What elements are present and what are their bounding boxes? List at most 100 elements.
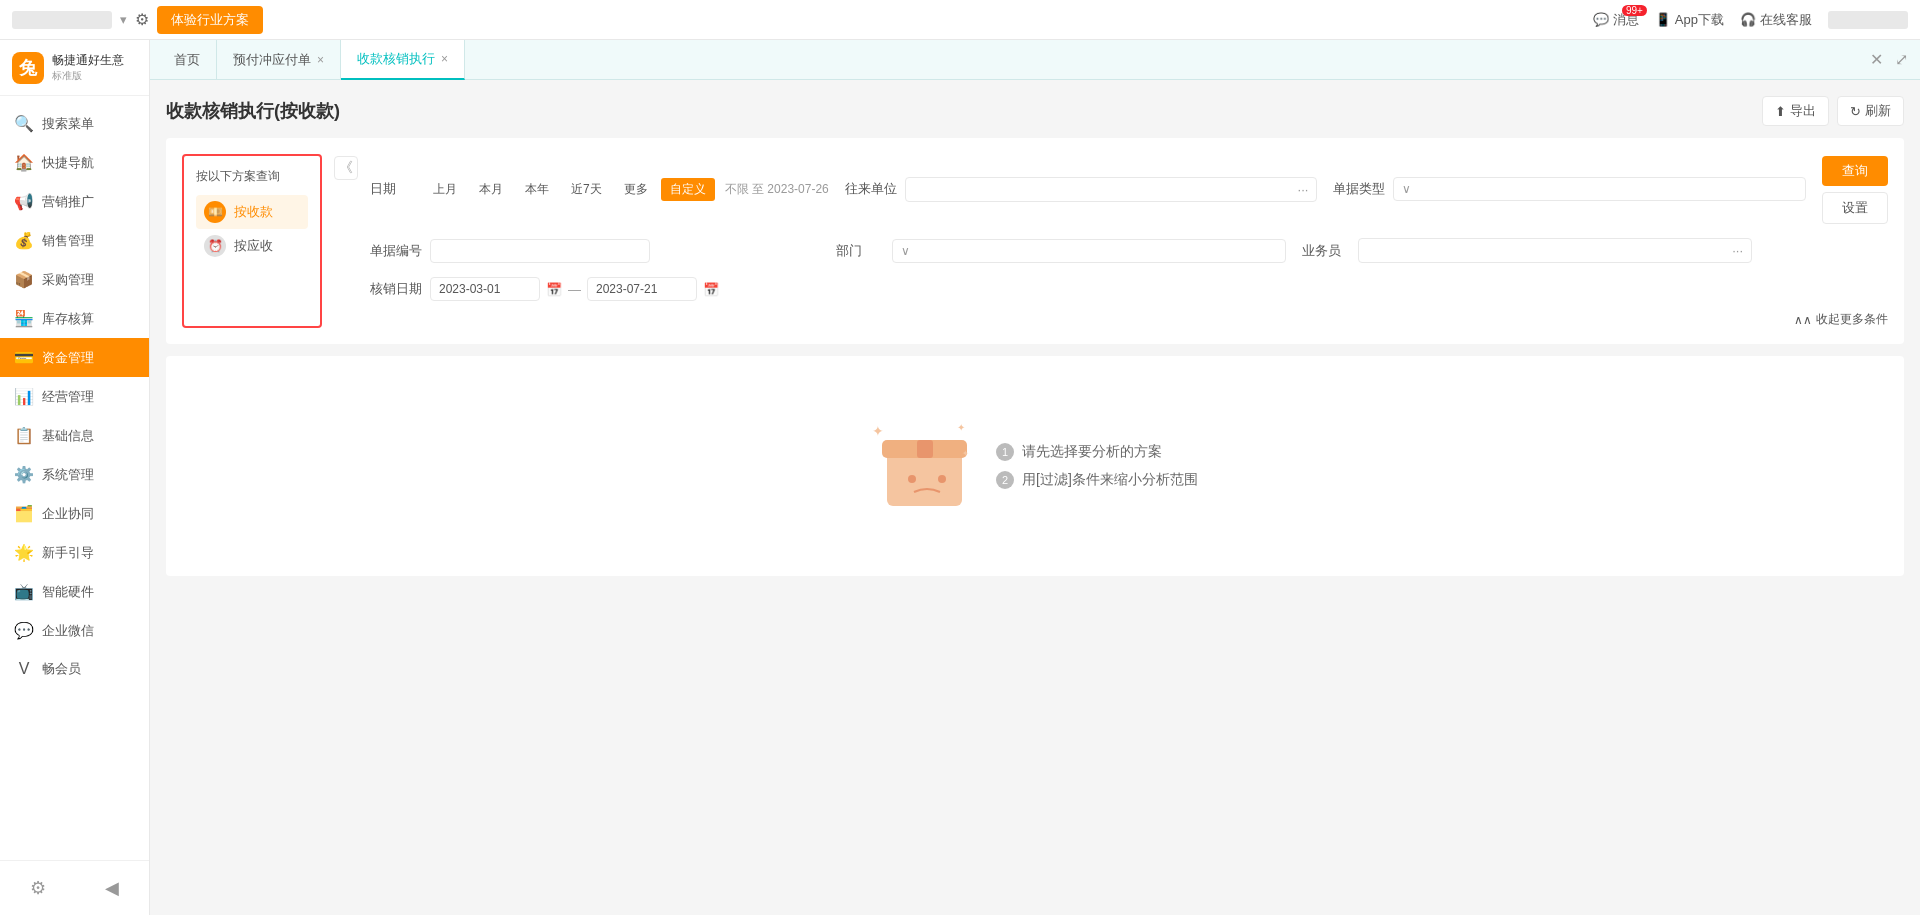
collapse-more-button[interactable]: ∧∧ 收起更多条件 [370,311,1888,328]
industry-solution-button[interactable]: 体验行业方案 [157,6,263,34]
dept-field: 部门 ∨ [836,239,1286,263]
nav-icon-shortcut: 🏠 [14,153,34,172]
calendar-from-icon[interactable]: 📅 [546,282,562,297]
export-button[interactable]: ⬆ 导出 [1762,96,1829,126]
verify-date-range: 📅 — 📅 [430,277,719,301]
settings-button[interactable]: 设置 [1822,192,1888,224]
nav-label-basics: 基础信息 [42,427,94,445]
svg-text:✦: ✦ [872,423,884,439]
doc-type-field: 单据类型 ∨ [1333,177,1806,201]
message-button[interactable]: 💬 消息 99+ [1593,11,1639,29]
sidebar-item-sales[interactable]: 💰销售管理 [0,221,149,260]
close-tab-icon[interactable]: ✕ [1866,46,1887,73]
sidebar-item-marketing[interactable]: 📢营销推广 [0,182,149,221]
date-btn-this-month[interactable]: 本月 [470,178,512,201]
settings-gear-icon[interactable]: ⚙ [135,10,149,29]
date-btn-7days[interactable]: 近7天 [562,178,611,201]
tab-close-icon[interactable]: × [441,52,448,66]
nav-icon-guide: 🌟 [14,543,34,562]
party-selector[interactable]: ··· [905,177,1318,202]
tab-label: 收款核销执行 [357,50,435,68]
svg-rect-0 [887,451,962,506]
nav-icon-hardware: 📺 [14,582,34,601]
dept-label: 部门 [836,242,884,260]
sidebar-item-member[interactable]: V畅会员 [0,650,149,688]
tab-预付冲应付单[interactable]: 预付冲应付单× [217,40,341,80]
doc-no-input[interactable] [430,239,650,263]
sidebar-settings-icon[interactable]: ⚙ [22,869,54,907]
sidebar-item-wechat[interactable]: 💬企业微信 [0,611,149,650]
date-label: 日期 [370,180,418,198]
nav-label-sales: 销售管理 [42,232,94,250]
date-btn-last-month[interactable]: 上月 [424,178,466,201]
sidebar-item-system[interactable]: ⚙️ 系统管理 [0,455,149,494]
party-field: 往来单位 ··· [845,177,1318,202]
filter-area: 按以下方案查询 💴 按收款 ⏰ 按应收 《 [166,138,1904,344]
verify-date-field: 核销日期 📅 — 📅 [370,277,1888,301]
filter-option-by-receipt[interactable]: 💴 按收款 [196,195,308,229]
sidebar-bottom: ⚙ ◀ [0,860,149,915]
app-name-placeholder [12,11,112,29]
tab-bar-actions: ✕ ⤢ [1866,46,1912,73]
doc-type-selector[interactable]: ∨ [1393,177,1806,201]
sidebar-item-capital[interactable]: 💳资金管理 [0,338,149,377]
date-separator: — [568,282,581,297]
sidebar-item-purchase[interactable]: 📦采购管理 [0,260,149,299]
sidebar: 兔 畅捷通好生意 标准版 🔍搜索菜单 🏠 快捷导航 📢营销推广💰销售管理📦采购管理🏪库… [0,40,150,915]
filter-option-receivable-label: 按应收 [234,237,273,255]
logo-area: 兔 畅捷通好生意 标准版 [0,40,149,96]
nav-label-hardware: 智能硬件 [42,583,94,601]
calendar-to-icon[interactable]: 📅 [703,282,719,297]
svg-point-4 [938,475,946,483]
nav-icon-marketing: 📢 [14,192,34,211]
filter-option-by-receivable[interactable]: ⏰ 按应收 [196,229,308,263]
sidebar-item-inventory[interactable]: 🏪库存核算 [0,299,149,338]
sidebar-item-shortcut[interactable]: 🏠 快捷导航 [0,143,149,182]
refresh-icon: ↻ [1850,104,1861,119]
nav-label-purchase: 采购管理 [42,271,94,289]
filter-scheme-title: 按以下方案查询 [196,168,308,185]
user-avatar[interactable] [1828,11,1908,29]
tab-close-icon[interactable]: × [317,53,324,67]
nav-icon-system: ⚙️ [14,465,34,484]
party-label: 往来单位 [845,180,897,198]
date-btn-more[interactable]: 更多 [615,178,657,201]
nav-label-system: 系统管理 [42,466,94,484]
filter-form: 日期 上月 本月 本年 近7天 更多 自定义 不限 至 2023-07-26 [370,154,1888,328]
sidebar-item-enterprise[interactable]: 🗂️企业协同 [0,494,149,533]
nav-icon-basics: 📋 [14,426,34,445]
sidebar-item-search[interactable]: 🔍搜索菜单 [0,104,149,143]
svg-point-3 [908,475,916,483]
date-field: 日期 上月 本月 本年 近7天 更多 自定义 不限 至 2023-07-26 [370,178,829,201]
dept-selector[interactable]: ∨ [892,239,1286,263]
dept-arrow-icon: ∨ [901,244,910,258]
logo-icon: 兔 [12,52,44,84]
tab-首页[interactable]: 首页 [158,40,217,80]
salesperson-label: 业务员 [1302,242,1350,260]
party-selector-dots[interactable]: ··· [1298,182,1309,197]
date-btn-custom[interactable]: 自定义 [661,178,715,201]
dropdown-arrow-icon[interactable]: ▾ [120,12,127,27]
query-button[interactable]: 查询 [1822,156,1888,186]
nav-label-shortcut: 快捷导航 [42,154,94,172]
salesperson-dots[interactable]: ··· [1732,243,1743,258]
sidebar-item-management[interactable]: 📊经营管理 [0,377,149,416]
salesperson-selector[interactable]: ··· [1358,238,1752,263]
tab-收款核销执行[interactable]: 收款核销执行 × [341,40,465,80]
sidebar-collapse-icon[interactable]: ◀ [97,869,127,907]
sidebar-item-basics[interactable]: 📋 基础信息 [0,416,149,455]
app-download-button[interactable]: 📱 App下载 [1655,11,1724,29]
sidebar-item-guide[interactable]: 🌟新手引导 [0,533,149,572]
export-icon: ⬆ [1775,104,1786,119]
online-service-button[interactable]: 🎧 在线客服 [1740,11,1812,29]
date-btn-this-year[interactable]: 本年 [516,178,558,201]
nav-label-capital: 资金管理 [42,349,94,367]
verify-date-to-input[interactable] [587,277,697,301]
filter-collapse-left-button[interactable]: 《 [334,156,358,180]
refresh-button[interactable]: ↻ 刷新 [1837,96,1904,126]
filter-row-3: 核销日期 📅 — 📅 [370,277,1888,301]
verify-date-from-input[interactable] [430,277,540,301]
expand-tab-icon[interactable]: ⤢ [1891,46,1912,73]
receivable-icon: ⏰ [204,235,226,257]
sidebar-item-hardware[interactable]: 📺 智能硬件 [0,572,149,611]
